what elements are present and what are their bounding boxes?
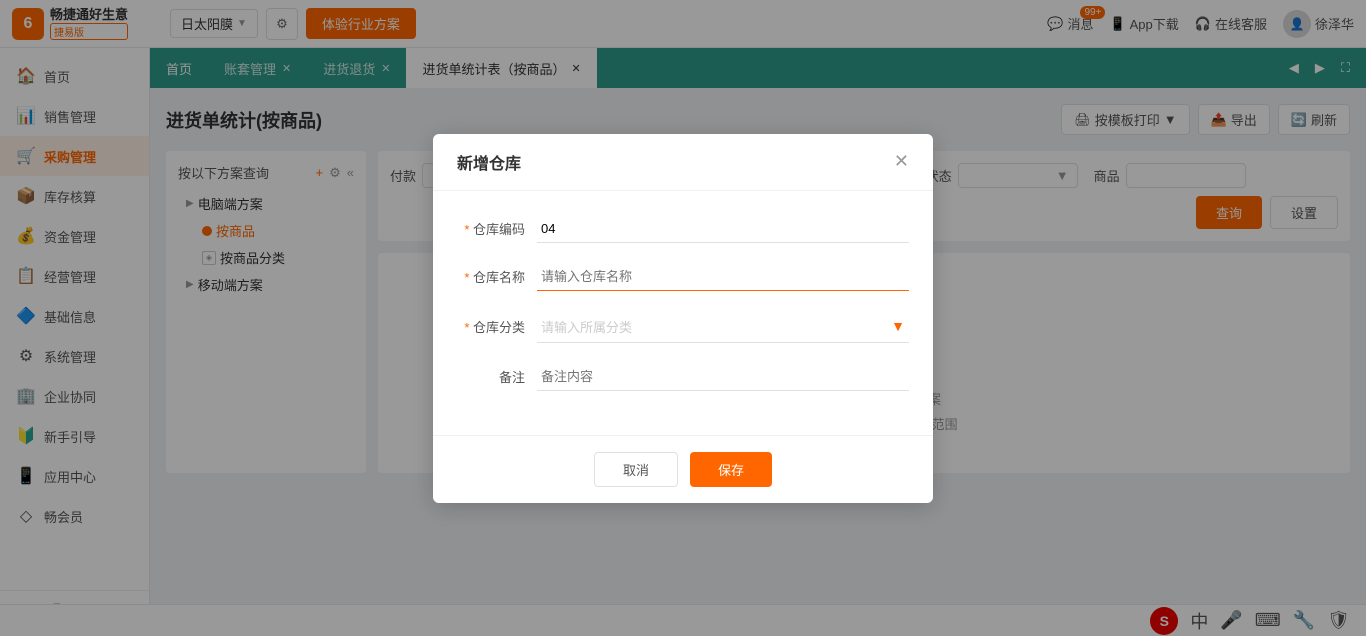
note-field [537,363,909,391]
note-input[interactable] [537,363,909,391]
code-label: 仓库编码 [457,219,537,238]
dialog-body: 仓库编码 仓库名称 仓库分类 请输入所属分类 ▼ [433,191,933,435]
dialog-header: 新增仓库 ✕ [433,134,933,191]
name-input[interactable] [537,263,909,291]
name-field [537,263,909,291]
note-label: 备注 [457,367,537,386]
new-warehouse-dialog: 新增仓库 ✕ 仓库编码 仓库名称 仓库分类 [433,134,933,503]
form-row-category: 仓库分类 请输入所属分类 ▼ [457,311,909,343]
category-label: 仓库分类 [457,317,537,336]
dialog-close-button[interactable]: ✕ [894,151,909,172]
dialog-footer: 取消 保存 [433,435,933,503]
category-dropdown-arrow: ▼ [891,318,905,334]
category-field: 请输入所属分类 ▼ [537,311,909,343]
code-input[interactable] [537,215,909,243]
name-label: 仓库名称 [457,267,537,286]
category-select[interactable]: 请输入所属分类 ▼ [537,311,909,343]
code-field [537,215,909,243]
form-row-name: 仓库名称 [457,263,909,291]
dialog-title: 新增仓库 [457,150,521,174]
category-placeholder: 请输入所属分类 [541,317,632,336]
dialog-overlay: 新增仓库 ✕ 仓库编码 仓库名称 仓库分类 [0,0,1366,636]
form-row-note: 备注 [457,363,909,391]
cancel-button[interactable]: 取消 [594,452,678,487]
form-row-code: 仓库编码 [457,215,909,243]
save-button[interactable]: 保存 [690,452,772,487]
